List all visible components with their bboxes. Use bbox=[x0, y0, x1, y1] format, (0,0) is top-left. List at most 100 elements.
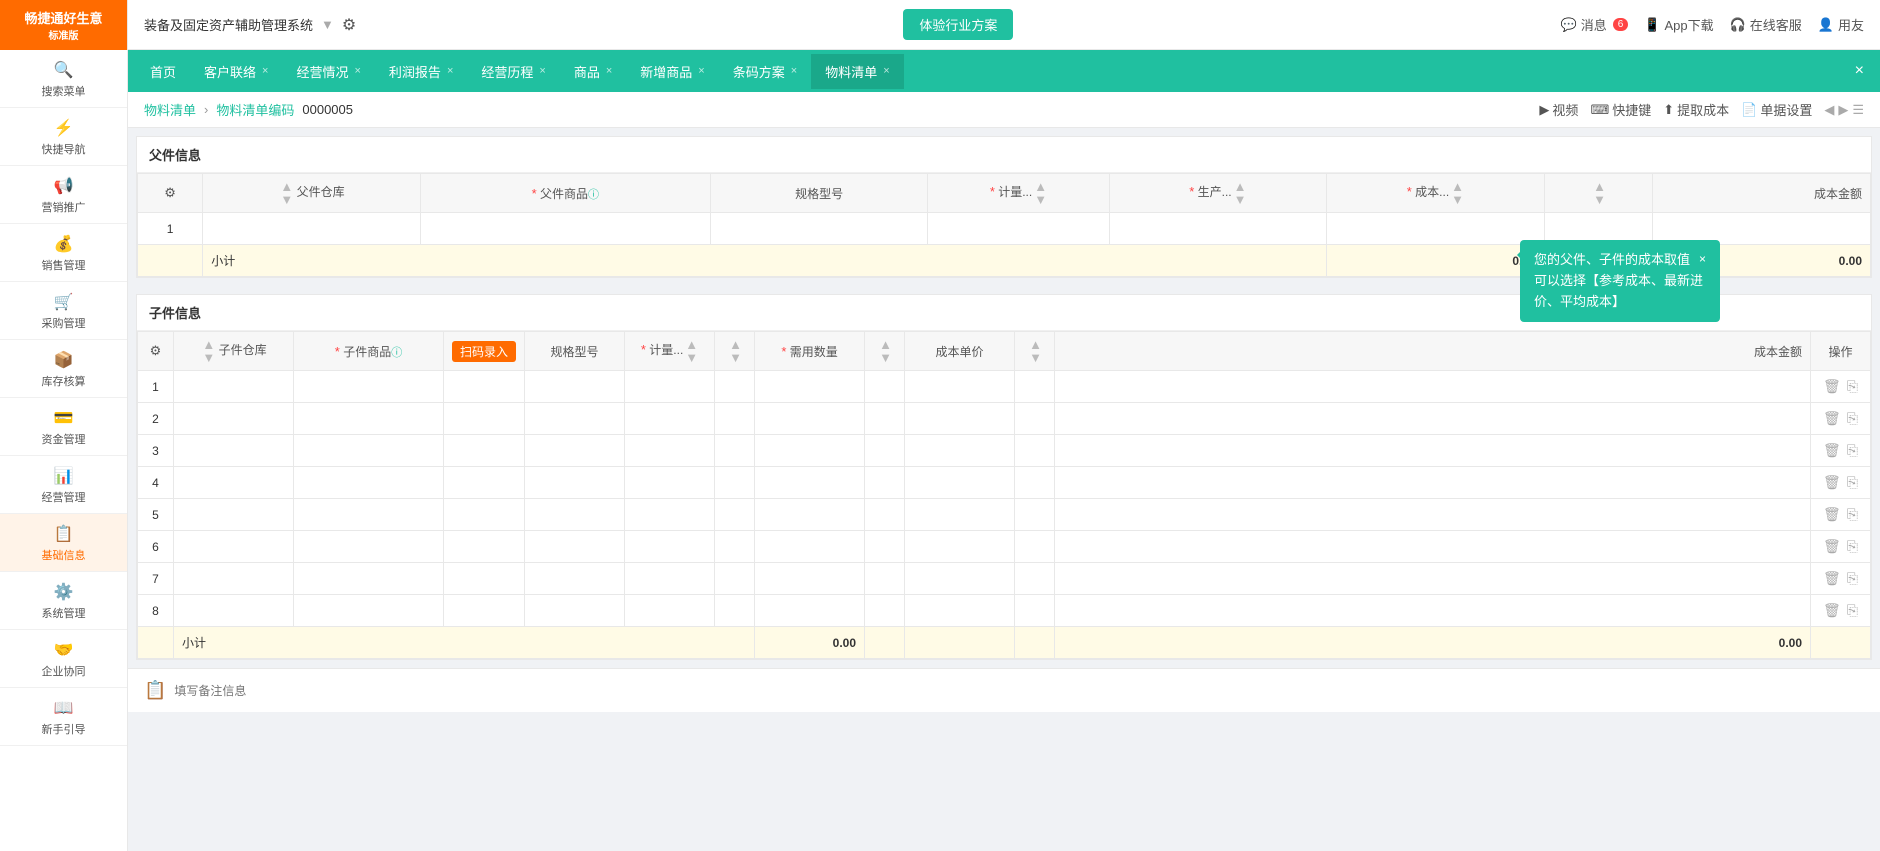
child-row-5-unit[interactable] bbox=[625, 499, 715, 531]
copy-icon-1[interactable]: ⎘ bbox=[1847, 378, 1858, 395]
child-row-6-warehouse[interactable] bbox=[174, 531, 294, 563]
sidebar-item-8[interactable]: 📋基础信息 bbox=[0, 514, 127, 572]
copy-icon-4[interactable]: ⎘ bbox=[1847, 474, 1858, 491]
child-th-scan[interactable]: 扫码录入 bbox=[444, 332, 525, 371]
child-row-3-spec[interactable] bbox=[525, 435, 625, 467]
copy-icon-2[interactable]: ⎘ bbox=[1847, 410, 1858, 427]
sidebar-item-7[interactable]: 📊经营管理 bbox=[0, 456, 127, 514]
nav-tab-close-6[interactable]: × bbox=[698, 65, 704, 77]
child-row-8-spec[interactable] bbox=[525, 595, 625, 627]
copy-icon-3[interactable]: ⎘ bbox=[1847, 442, 1858, 459]
child-row-7-spec[interactable] bbox=[525, 563, 625, 595]
message-button[interactable]: 💬 消息 6 bbox=[1561, 15, 1629, 34]
sidebar-item-3[interactable]: 💰销售管理 bbox=[0, 224, 127, 282]
tooltip-close[interactable]: × bbox=[1699, 250, 1706, 269]
child-row-1-product[interactable] bbox=[294, 371, 444, 403]
child-row-5-quantity[interactable] bbox=[755, 499, 865, 531]
nav-tab-close-8[interactable]: × bbox=[883, 65, 889, 77]
menu-icon[interactable]: ☰ bbox=[1852, 102, 1864, 118]
child-row-5-product[interactable] bbox=[294, 499, 444, 531]
nav-tab-7[interactable]: 条码方案× bbox=[719, 54, 811, 89]
child-row-1-spec[interactable] bbox=[525, 371, 625, 403]
child-row-3-product[interactable] bbox=[294, 435, 444, 467]
child-row-5-warehouse[interactable] bbox=[174, 499, 294, 531]
child-row-2-warehouse[interactable] bbox=[174, 403, 294, 435]
sidebar-item-4[interactable]: 🛒采购管理 bbox=[0, 282, 127, 340]
dropdown-arrow[interactable]: ▼ bbox=[321, 17, 334, 32]
setting-action[interactable]: 📄 单据设置 bbox=[1741, 100, 1812, 119]
sidebar-item-10[interactable]: 🤝企业协同 bbox=[0, 630, 127, 688]
child-row-3-unit[interactable] bbox=[625, 435, 715, 467]
copy-icon-5[interactable]: ⎘ bbox=[1847, 506, 1858, 523]
child-row-2-spec[interactable] bbox=[525, 403, 625, 435]
shortcut-action[interactable]: ⌨ 快捷键 bbox=[1590, 100, 1651, 119]
online-service-button[interactable]: 🎧 在线客服 bbox=[1730, 15, 1802, 34]
child-row-8-quantity[interactable] bbox=[755, 595, 865, 627]
child-row-6-unit[interactable] bbox=[625, 531, 715, 563]
copy-icon-7[interactable]: ⎘ bbox=[1847, 570, 1858, 587]
child-row-8-unitprice[interactable] bbox=[905, 595, 1015, 627]
child-row-7-unitprice[interactable] bbox=[905, 563, 1015, 595]
sidebar-item-11[interactable]: 📖新手引导 bbox=[0, 688, 127, 746]
trial-button[interactable]: 体验行业方案 bbox=[903, 9, 1013, 40]
child-row-6-quantity[interactable] bbox=[755, 531, 865, 563]
delete-icon-4[interactable]: 🗑 bbox=[1823, 474, 1841, 491]
delete-icon-3[interactable]: 🗑 bbox=[1823, 442, 1841, 459]
parent-th-settings[interactable]: ⚙ bbox=[138, 174, 203, 213]
child-row-8-product[interactable] bbox=[294, 595, 444, 627]
child-row-8-unit[interactable] bbox=[625, 595, 715, 627]
copy-icon-6[interactable]: ⎘ bbox=[1847, 538, 1858, 555]
child-th-settings[interactable]: ⚙ bbox=[138, 332, 174, 371]
child-row-8-warehouse[interactable] bbox=[174, 595, 294, 627]
delete-icon-8[interactable]: 🗑 bbox=[1823, 602, 1841, 619]
nav-tab-close-2[interactable]: × bbox=[354, 65, 360, 77]
child-row-2-unit[interactable] bbox=[625, 403, 715, 435]
sidebar-item-5[interactable]: 📦库存核算 bbox=[0, 340, 127, 398]
user-button[interactable]: 👤 用友 bbox=[1818, 15, 1864, 34]
extract-action[interactable]: ⬆ 提取成本 bbox=[1663, 100, 1729, 119]
child-row-6-unitprice[interactable] bbox=[905, 531, 1015, 563]
parent-row-1-unit[interactable] bbox=[928, 213, 1109, 245]
nav-tab-2[interactable]: 经营情况× bbox=[282, 54, 374, 89]
nav-tab-1[interactable]: 客户联络× bbox=[190, 54, 282, 89]
child-row-4-product[interactable] bbox=[294, 467, 444, 499]
child-row-5-spec[interactable] bbox=[525, 499, 625, 531]
child-row-4-unitprice[interactable] bbox=[905, 467, 1015, 499]
child-row-4-unit[interactable] bbox=[625, 467, 715, 499]
delete-icon-2[interactable]: 🗑 bbox=[1823, 410, 1841, 427]
child-row-5-unitprice[interactable] bbox=[905, 499, 1015, 531]
parent-row-1-warehouse[interactable] bbox=[203, 213, 421, 245]
child-row-4-quantity[interactable] bbox=[755, 467, 865, 499]
view-action[interactable]: ▶ 视频 bbox=[1539, 100, 1578, 119]
child-row-2-quantity[interactable] bbox=[755, 403, 865, 435]
breadcrumb-parent[interactable]: 物料清单 bbox=[144, 100, 196, 119]
copy-icon-8[interactable]: ⎘ bbox=[1847, 602, 1858, 619]
child-row-7-warehouse[interactable] bbox=[174, 563, 294, 595]
child-row-7-product[interactable] bbox=[294, 563, 444, 595]
delete-icon-6[interactable]: 🗑 bbox=[1823, 538, 1841, 555]
app-download-button[interactable]: 📱 App下载 bbox=[1644, 15, 1713, 34]
nav-tab-5[interactable]: 商品× bbox=[560, 54, 626, 89]
child-row-1-unit[interactable] bbox=[625, 371, 715, 403]
sidebar-item-9[interactable]: ⚙️系统管理 bbox=[0, 572, 127, 630]
child-row-6-spec[interactable] bbox=[525, 531, 625, 563]
parent-row-1-spec[interactable] bbox=[710, 213, 928, 245]
remark-input[interactable] bbox=[174, 684, 1864, 698]
child-row-1-warehouse[interactable] bbox=[174, 371, 294, 403]
child-row-4-spec[interactable] bbox=[525, 467, 625, 499]
nav-tab-3[interactable]: 利润报告× bbox=[375, 54, 467, 89]
child-row-2-product[interactable] bbox=[294, 403, 444, 435]
child-row-1-quantity[interactable] bbox=[755, 371, 865, 403]
delete-icon-5[interactable]: 🗑 bbox=[1823, 506, 1841, 523]
nav-tab-close-4[interactable]: × bbox=[539, 65, 545, 77]
child-row-4-warehouse[interactable] bbox=[174, 467, 294, 499]
nav-tab-8[interactable]: 物料清单× bbox=[811, 54, 903, 89]
global-close-btn[interactable]: × bbox=[1847, 62, 1872, 80]
parent-row-1-cost[interactable] bbox=[1327, 213, 1545, 245]
nav-tab-close-1[interactable]: × bbox=[262, 65, 268, 77]
child-row-7-quantity[interactable] bbox=[755, 563, 865, 595]
nav-tab-close-7[interactable]: × bbox=[791, 65, 797, 77]
parent-row-1-production[interactable] bbox=[1109, 213, 1327, 245]
nav-tab-6[interactable]: 新增商品× bbox=[626, 54, 718, 89]
child-row-7-unit[interactable] bbox=[625, 563, 715, 595]
